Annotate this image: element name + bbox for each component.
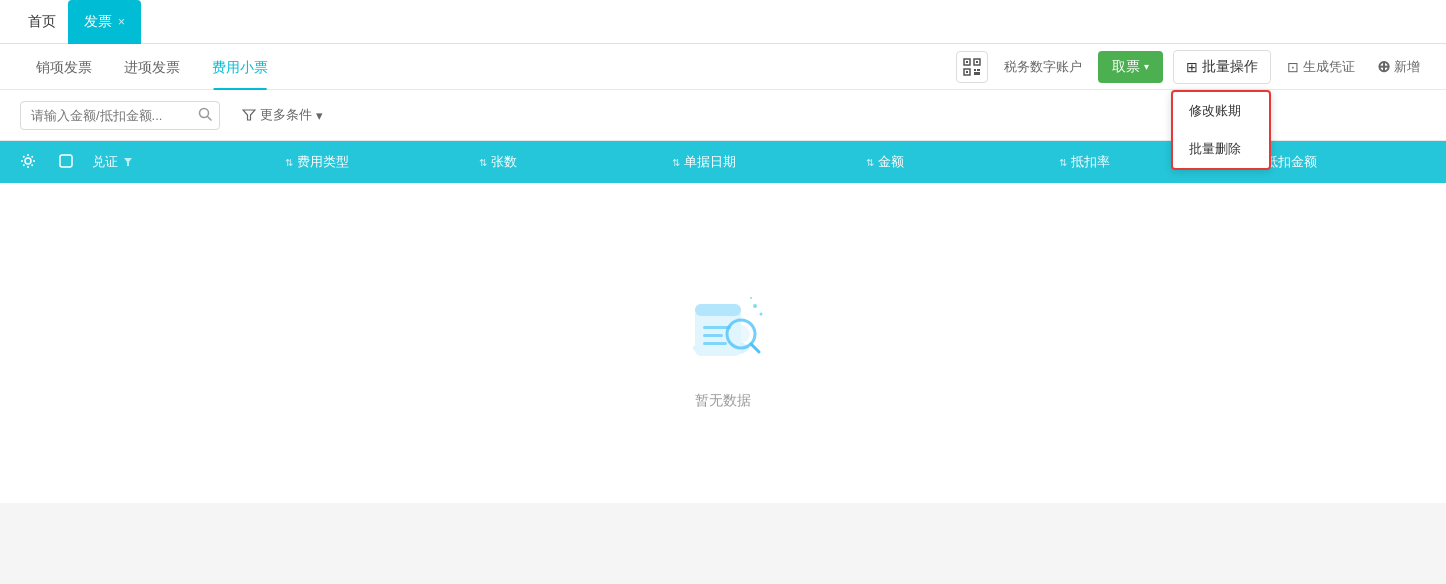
svg-marker-11 <box>243 110 255 120</box>
tab-expense-receipt[interactable]: 费用小票 <box>196 44 284 90</box>
sub-nav-actions: 税务数字账户 取票 ▾ ⊞ 批量操作 修改账期 批量删除 ⊡ 生成凭证 ⊕ 新增 <box>956 50 1426 84</box>
search-wrap <box>20 101 220 130</box>
tab-sales-invoice[interactable]: 销项发票 <box>20 44 108 90</box>
search-input[interactable] <box>20 101 220 130</box>
empty-text: 暂无数据 <box>695 392 751 410</box>
svg-point-15 <box>21 160 23 162</box>
svg-point-33 <box>760 313 763 316</box>
filter-small-icon <box>122 156 134 168</box>
svg-point-17 <box>23 155 25 157</box>
tab-purchase-invoice[interactable]: 进项发票 <box>108 44 196 90</box>
svg-rect-6 <box>974 69 976 71</box>
add-button[interactable]: ⊕ 新增 <box>1371 57 1426 76</box>
tax-digital-button[interactable]: 税务数字账户 <box>998 58 1088 76</box>
th-amount[interactable]: ⇅ 金额 <box>858 153 1051 171</box>
settings-icon <box>20 153 36 169</box>
sub-nav: 销项发票 进项发票 费用小票 税务数字账户 取票 ▾ <box>0 44 1446 90</box>
svg-rect-3 <box>976 61 978 63</box>
svg-point-13 <box>27 154 29 156</box>
svg-rect-28 <box>703 342 727 345</box>
svg-marker-22 <box>124 158 132 166</box>
filter-chevron-icon: ▾ <box>316 108 323 123</box>
generate-voucher-button[interactable]: ⊡ 生成凭证 <box>1281 58 1361 76</box>
svg-point-19 <box>31 155 33 157</box>
take-chevron-icon: ▾ <box>1144 61 1149 72</box>
th-checkbox[interactable] <box>48 154 84 171</box>
svg-point-30 <box>732 325 750 343</box>
take-invoice-button[interactable]: 取票 ▾ <box>1098 51 1163 83</box>
svg-rect-1 <box>966 61 968 63</box>
voucher-icon: ⊡ <box>1287 59 1299 75</box>
svg-point-12 <box>25 158 31 164</box>
search-button[interactable] <box>198 107 212 124</box>
filter-icon <box>242 108 256 122</box>
home-link[interactable]: 首页 <box>16 13 68 31</box>
th-count[interactable]: ⇅ 张数 <box>471 153 664 171</box>
dropdown-item-batch-delete[interactable]: 批量删除 <box>1173 130 1269 168</box>
svg-point-18 <box>31 164 33 166</box>
svg-line-10 <box>208 116 212 120</box>
empty-illustration <box>673 276 773 376</box>
svg-rect-7 <box>977 69 980 71</box>
empty-state: 暂无数据 <box>0 183 1446 503</box>
th-expense-type[interactable]: ⇅ 费用类型 <box>277 153 470 171</box>
svg-point-32 <box>753 304 757 308</box>
batch-dropdown-menu: 修改账期 批量删除 <box>1171 90 1271 170</box>
th-date[interactable]: ⇅ 单据日期 <box>664 153 857 171</box>
th-voucher[interactable]: 兑证 <box>84 153 277 171</box>
svg-rect-8 <box>974 72 980 75</box>
qr-icon <box>963 58 981 76</box>
svg-point-20 <box>23 164 25 166</box>
top-nav: 首页 发票 × <box>0 0 1446 44</box>
th-deduct-amount[interactable]: ⇅ 抵扣金额 <box>1245 153 1438 171</box>
svg-rect-25 <box>695 304 741 316</box>
plus-icon: ⊕ <box>1377 57 1390 76</box>
svg-point-34 <box>750 297 752 299</box>
batch-operations-container: ⊞ 批量操作 修改账期 批量删除 <box>1173 50 1271 84</box>
svg-rect-27 <box>703 334 723 337</box>
sub-nav-tabs: 销项发票 进项发票 费用小票 <box>20 44 284 90</box>
svg-rect-5 <box>966 71 968 73</box>
svg-line-31 <box>751 344 759 352</box>
active-tab-label: 发票 <box>84 13 112 31</box>
th-settings[interactable] <box>8 153 48 172</box>
dropdown-item-modify-period[interactable]: 修改账期 <box>1173 92 1269 130</box>
svg-point-14 <box>27 166 29 168</box>
close-tab-icon[interactable]: × <box>118 15 125 29</box>
svg-rect-21 <box>60 155 72 167</box>
batch-operations-button[interactable]: ⊞ 批量操作 <box>1173 50 1271 84</box>
qr-code-button[interactable] <box>956 51 988 83</box>
more-filters-button[interactable]: 更多条件 ▾ <box>232 100 333 130</box>
checkbox-icon <box>59 154 73 168</box>
svg-point-16 <box>33 160 35 162</box>
search-icon <box>198 107 212 121</box>
active-tab[interactable]: 发票 × <box>68 0 141 44</box>
batch-icon: ⊞ <box>1186 59 1198 75</box>
